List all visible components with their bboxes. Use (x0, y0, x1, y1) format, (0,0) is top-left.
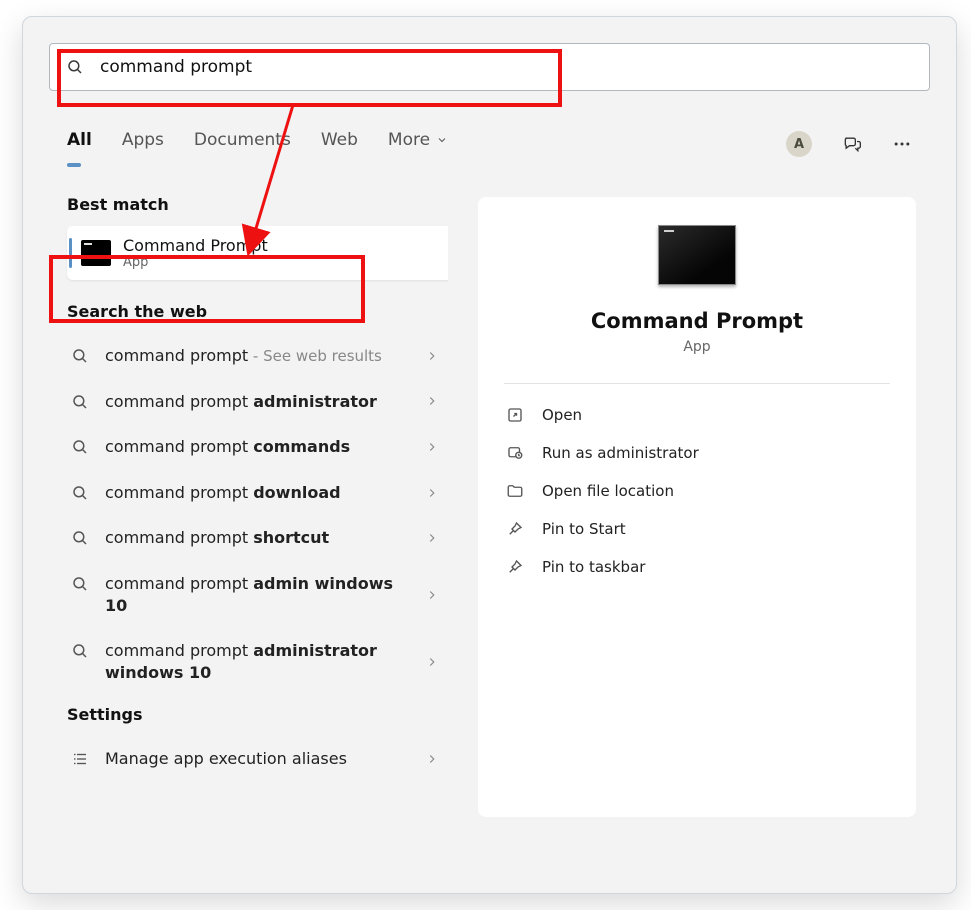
tab-web[interactable]: Web (321, 130, 358, 158)
pin-icon (506, 558, 524, 576)
chevron-right-icon (425, 349, 439, 363)
active-tab-indicator (67, 163, 81, 167)
settings-heading: Settings (67, 705, 448, 724)
aliases-icon (71, 750, 89, 768)
chat-icon[interactable] (842, 134, 862, 154)
result-preview: Command Prompt App Open Run as administr… (478, 197, 916, 817)
settings-item[interactable]: Manage app execution aliases (67, 736, 447, 782)
folder-icon (506, 482, 524, 500)
search-icon (66, 58, 84, 76)
search-web-heading: Search the web (67, 302, 448, 321)
action-run-admin[interactable]: Run as administrator (504, 434, 890, 472)
chevron-right-icon (425, 440, 439, 454)
open-icon (506, 406, 524, 424)
user-avatar[interactable]: A (786, 131, 812, 157)
tab-apps[interactable]: Apps (122, 130, 164, 158)
chevron-down-icon (436, 134, 448, 146)
start-menu-search-panel: All Apps Documents Web More A Best match… (22, 16, 957, 894)
chevron-right-icon (425, 531, 439, 545)
command-prompt-thumbnail (658, 225, 736, 285)
action-open[interactable]: Open (504, 396, 890, 434)
chevron-right-icon (425, 752, 439, 766)
chevron-right-icon (425, 588, 439, 602)
tab-all[interactable]: All (67, 130, 92, 158)
web-result[interactable]: command prompt shortcut (67, 515, 447, 561)
search-icon (71, 484, 89, 502)
search-icon (71, 347, 89, 365)
preview-subtitle: App (504, 339, 890, 355)
search-icon (71, 529, 89, 547)
search-icon (71, 438, 89, 456)
web-result-text: command prompt - See web results (105, 345, 409, 367)
pin-icon (506, 520, 524, 538)
search-icon (71, 575, 89, 593)
search-icon (71, 393, 89, 411)
action-open-location[interactable]: Open file location (504, 472, 890, 510)
web-result[interactable]: command prompt administrator windows 10 (67, 628, 447, 695)
web-result[interactable]: command prompt admin windows 10 (67, 561, 447, 628)
web-result[interactable]: command prompt - See web results (67, 333, 447, 379)
best-match-heading: Best match (67, 195, 448, 214)
filter-tabs: All Apps Documents Web More A (67, 125, 912, 163)
web-result-text: command prompt shortcut (105, 527, 409, 549)
web-result-text: command prompt administrator (105, 391, 409, 413)
web-result-text: command prompt commands (105, 436, 409, 458)
best-match-result[interactable]: Command Prompt App (67, 226, 448, 280)
web-result[interactable]: command prompt commands (67, 424, 447, 470)
chevron-right-icon (425, 486, 439, 500)
chevron-right-icon (425, 394, 439, 408)
search-input[interactable] (84, 57, 929, 77)
best-match-subtitle: App (123, 255, 268, 270)
best-match-title: Command Prompt (123, 236, 268, 255)
web-result-text: command prompt administrator windows 10 (105, 640, 409, 683)
shield-icon (506, 444, 524, 462)
settings-item-label: Manage app execution aliases (105, 748, 409, 770)
web-result[interactable]: command prompt download (67, 470, 447, 516)
more-icon[interactable] (892, 134, 912, 154)
action-pin-taskbar[interactable]: Pin to taskbar (504, 548, 890, 586)
command-prompt-icon (81, 240, 111, 266)
action-pin-start[interactable]: Pin to Start (504, 510, 890, 548)
web-result-text: command prompt download (105, 482, 409, 504)
web-result[interactable]: command prompt administrator (67, 379, 447, 425)
chevron-right-icon (425, 655, 439, 669)
search-icon (71, 642, 89, 660)
tab-documents[interactable]: Documents (194, 130, 291, 158)
divider (504, 383, 890, 384)
tab-more[interactable]: More (388, 130, 448, 158)
web-result-text: command prompt admin windows 10 (105, 573, 409, 616)
search-bar[interactable] (49, 43, 930, 91)
preview-title: Command Prompt (504, 309, 890, 333)
